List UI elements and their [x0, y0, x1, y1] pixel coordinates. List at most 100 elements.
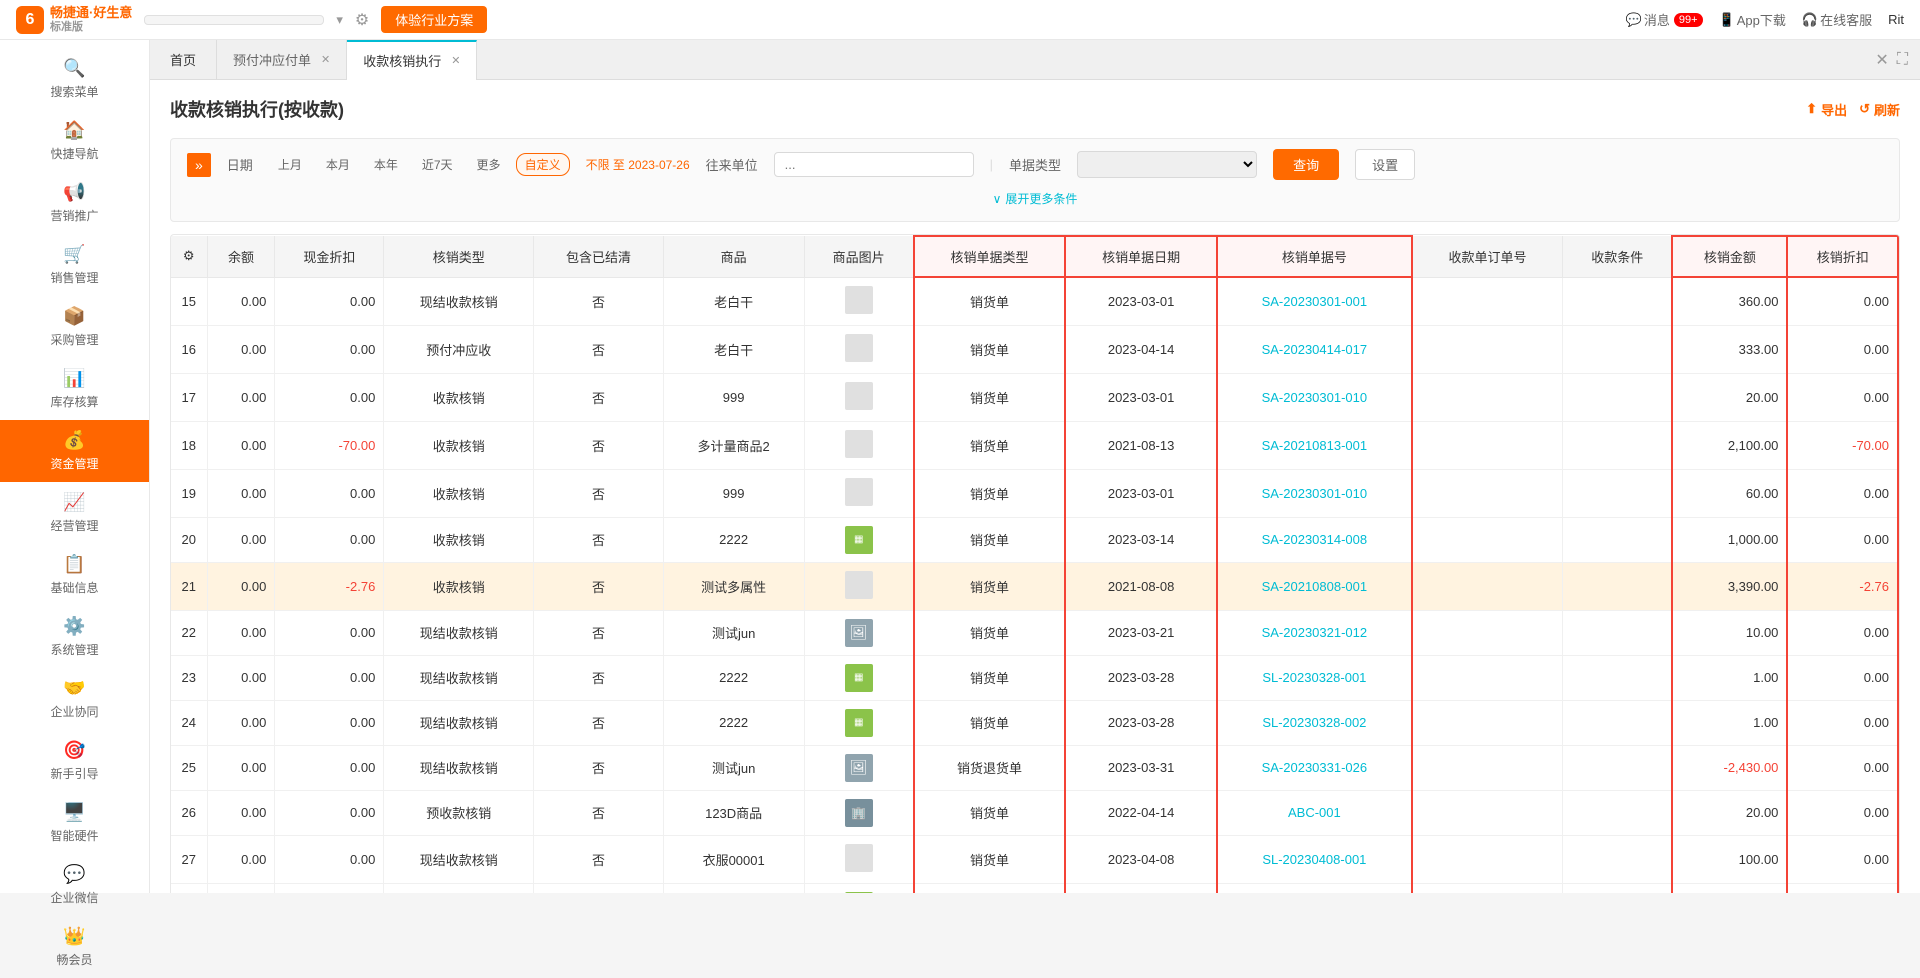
- sidebar-item-system[interactable]: ⚙️ 系统管理: [0, 606, 149, 668]
- tab-receivable[interactable]: 收款核销执行 ✕: [347, 40, 477, 80]
- product-image: [845, 430, 873, 458]
- refresh-icon: ↺: [1859, 101, 1870, 117]
- counterpart-input[interactable]: [774, 152, 974, 177]
- row-voucher-no[interactable]: SA-20230414-017: [1217, 325, 1412, 373]
- download-icon: 📱: [1719, 12, 1735, 28]
- row-writeoff-type: 收款核销: [384, 469, 534, 517]
- tab-prepay-close[interactable]: ✕: [321, 53, 330, 66]
- sidebar-item-member[interactable]: 👑 畅会员: [0, 916, 149, 978]
- sidebar-item-quick[interactable]: 🏠 快捷导航: [0, 110, 149, 172]
- sidebar-item-finance[interactable]: 💰 资金管理: [0, 420, 149, 482]
- row-writeoff-amount: 100.00: [1672, 835, 1787, 883]
- sidebar-item-sales[interactable]: 🛒 销售管理: [0, 234, 149, 296]
- tab-receivable-close[interactable]: ✕: [451, 54, 460, 67]
- row-voucher-no[interactable]: SA-20230301-010: [1217, 373, 1412, 421]
- date-btn-last-month[interactable]: 上月: [269, 153, 311, 176]
- row-voucher-no[interactable]: SA-20230321-012: [1217, 610, 1412, 655]
- sidebar-label-inventory: 库存核算: [50, 393, 98, 410]
- row-product-img: [804, 277, 914, 325]
- row-payment-term: [1563, 562, 1673, 610]
- row-voucher-no[interactable]: ABC-001: [1217, 790, 1412, 835]
- row-voucher-no[interactable]: SL-20230408-001: [1217, 835, 1412, 883]
- table-row: 240.000.00现结收款核销否2222▦销货单2023-03-28SL-20…: [171, 700, 1898, 745]
- row-cash-discount: 0.00: [275, 655, 384, 700]
- sidebar-item-wechat[interactable]: 💬 企业微信: [0, 854, 149, 916]
- tab-bar: 首页 预付冲应付单 ✕ 收款核销执行 ✕ ✕ ⛶: [150, 40, 1920, 80]
- row-id: 27: [171, 835, 207, 883]
- table-row: 210.00-2.76收款核销否测试多属性销货单2021-08-08SA-202…: [171, 562, 1898, 610]
- product-image: [845, 478, 873, 506]
- row-id: 21: [171, 562, 207, 610]
- user-label[interactable]: Rit: [1888, 12, 1904, 27]
- row-product: 测试多属性: [663, 562, 804, 610]
- sidebar-item-hardware[interactable]: 🖥️ 智能硬件: [0, 792, 149, 854]
- app-title: 畅捷通·好生意: [50, 5, 132, 21]
- row-voucher-no[interactable]: SL-20230418-001: [1217, 883, 1412, 893]
- app-download-item[interactable]: 📱 App下载: [1719, 10, 1786, 29]
- row-voucher-date: 2021-08-08: [1065, 562, 1217, 610]
- row-voucher-no[interactable]: SA-20230314-008: [1217, 517, 1412, 562]
- sidebar-item-basic[interactable]: 📋 基础信息: [0, 544, 149, 606]
- online-service-label: 在线客服: [1820, 10, 1872, 29]
- sidebar-item-enterprise[interactable]: 🤝 企业协同: [0, 668, 149, 730]
- row-balance: 0.00: [207, 469, 275, 517]
- th-setting[interactable]: ⚙: [171, 236, 207, 277]
- date-btn-this-year[interactable]: 本年: [365, 153, 407, 176]
- sidebar-item-guide[interactable]: 🎯 新手引导: [0, 730, 149, 792]
- row-voucher-no[interactable]: SA-20230331-026: [1217, 745, 1412, 790]
- row-writeoff-discount: 0.00: [1787, 325, 1898, 373]
- row-payment-term: [1563, 835, 1673, 883]
- row-writeoff-type: 现结收款核销: [384, 835, 534, 883]
- refresh-button[interactable]: ↺ 刷新: [1859, 100, 1900, 119]
- sidebar-item-inventory[interactable]: 📊 库存核算: [0, 358, 149, 420]
- export-button[interactable]: ⬆ 导出: [1806, 100, 1847, 119]
- sidebar-item-purchase[interactable]: 📦 采购管理: [0, 296, 149, 358]
- solution-button[interactable]: 体验行业方案: [381, 6, 487, 33]
- th-order-no: 收款单订单号: [1412, 236, 1563, 277]
- query-button[interactable]: 查询: [1273, 149, 1339, 180]
- row-payment-term: [1563, 700, 1673, 745]
- cart-icon: 🛒: [63, 244, 85, 265]
- sidebar-label-basic: 基础信息: [50, 579, 98, 596]
- online-service-item[interactable]: 🎧 在线客服: [1802, 10, 1872, 29]
- date-btn-this-month[interactable]: 本月: [317, 153, 359, 176]
- tab-bar-close-icon[interactable]: ✕: [1875, 50, 1888, 70]
- tab-bar-expand-icon[interactable]: ⛶: [1897, 51, 1908, 69]
- filter-collapse-button[interactable]: »: [187, 153, 211, 177]
- notification-item[interactable]: 💬 消息 99+: [1626, 10, 1703, 29]
- date-btn-custom[interactable]: 自定义: [516, 153, 570, 176]
- tab-home[interactable]: 首页: [150, 40, 217, 80]
- sidebar-label-finance: 资金管理: [50, 455, 98, 472]
- table-row: 190.000.00收款核销否999销货单2023-03-01SA-202303…: [171, 469, 1898, 517]
- sidebar-item-marketing[interactable]: 📢 营销推广: [0, 172, 149, 234]
- voucher-type-select[interactable]: [1077, 151, 1257, 178]
- row-voucher-no[interactable]: SA-20230301-001: [1217, 277, 1412, 325]
- row-id: 17: [171, 373, 207, 421]
- home-icon: 🏠: [63, 120, 85, 141]
- dropdown-icon[interactable]: ▾: [336, 12, 343, 28]
- tab-prepay[interactable]: 预付冲应付单 ✕: [217, 40, 347, 80]
- row-voucher-no[interactable]: SL-20230328-002: [1217, 700, 1412, 745]
- sidebar-label-hardware: 智能硬件: [50, 827, 98, 844]
- sidebar-item-search[interactable]: 🔍 搜索菜单: [0, 48, 149, 110]
- row-product-img: 🖼: [804, 745, 914, 790]
- top-bar-left: 6 畅捷通·好生意 标准版 ▾ ⚙ 体验行业方案: [16, 5, 487, 34]
- row-payment-term: [1563, 421, 1673, 469]
- date-btn-more[interactable]: 更多: [468, 153, 510, 176]
- row-voucher-no[interactable]: SA-20230301-010: [1217, 469, 1412, 517]
- row-included: 否: [534, 421, 663, 469]
- sidebar-item-business[interactable]: 📈 经营管理: [0, 482, 149, 544]
- row-product-img: [804, 835, 914, 883]
- row-id: 15: [171, 277, 207, 325]
- date-btn-7days[interactable]: 近7天: [413, 153, 462, 176]
- row-voucher-no[interactable]: SA-20210813-001: [1217, 421, 1412, 469]
- row-voucher-no[interactable]: SA-20210808-001: [1217, 562, 1412, 610]
- setting-button[interactable]: 设置: [1355, 149, 1415, 180]
- row-writeoff-amount: 1,000.00: [1672, 517, 1787, 562]
- row-voucher-date: 2022-04-14: [1065, 790, 1217, 835]
- row-order-no: [1412, 277, 1563, 325]
- expand-more-button[interactable]: ∨ 展开更多条件: [993, 190, 1078, 207]
- top-search-input[interactable]: [144, 15, 324, 25]
- row-voucher-no[interactable]: SL-20230328-001: [1217, 655, 1412, 700]
- gear-icon[interactable]: ⚙: [355, 10, 369, 30]
